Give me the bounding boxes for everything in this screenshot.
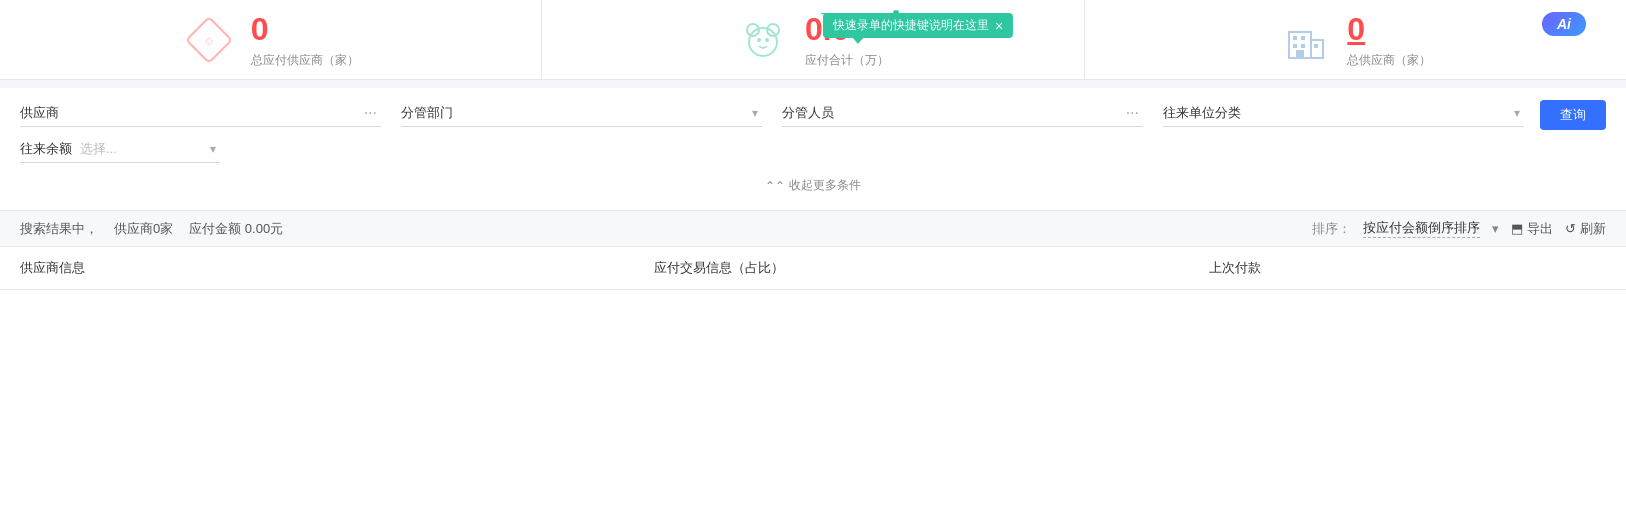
- svg-point-2: [749, 28, 777, 56]
- svg-rect-12: [1301, 44, 1305, 48]
- unit-class-label: 往来单位分类: [1163, 104, 1241, 122]
- col-supplier-header: 供应商信息: [20, 259, 654, 277]
- collapse-icon: ⌃⌃: [765, 179, 785, 193]
- dept-dropdown-btn[interactable]: ▾: [748, 106, 762, 120]
- diamond-icon: ◇: [183, 14, 235, 66]
- svg-rect-9: [1293, 36, 1297, 40]
- svg-text:◇: ◇: [205, 35, 213, 46]
- stat-total-suppliers: 0 总供应商（家） Ai: [1085, 0, 1626, 79]
- filter-bar: 供应商 ··· 分管部门 ▾ 分管人员 ··· 往来单位分类 ▾ 查询 往来余额: [0, 88, 1626, 211]
- result-info: 搜索结果中， 供应商0家 应付金额 0.00元: [20, 220, 283, 238]
- supplier-input[interactable]: [67, 105, 360, 120]
- total-suppliers-number: 0: [1347, 10, 1365, 48]
- collapse-row: ⌃⌃ 收起更多条件: [20, 169, 1606, 198]
- dept-input[interactable]: [461, 105, 748, 120]
- stat-payable-total: 0.00 应付合计（万） 快速录单的快捷键说明在这里 ×: [542, 0, 1084, 79]
- result-bar: 搜索结果中， 供应商0家 应付金额 0.00元 排序： 按应付会额倒序排序 ▾ …: [0, 211, 1626, 247]
- supplier-more-btn[interactable]: ···: [360, 104, 381, 122]
- refresh-icon: ↺: [1565, 221, 1576, 236]
- svg-rect-11: [1293, 44, 1297, 48]
- svg-rect-8: [1311, 40, 1323, 58]
- refresh-btn[interactable]: ↺ 刷新: [1565, 220, 1606, 238]
- svg-rect-13: [1296, 50, 1304, 58]
- filter-row-2: 往来余额 选择... ▾: [20, 140, 1606, 163]
- dept-label: 分管部门: [401, 104, 453, 122]
- person-input[interactable]: [842, 105, 1122, 120]
- col-transaction-header: 应付交易信息（占比）: [654, 259, 1209, 277]
- search-button[interactable]: 查询: [1540, 100, 1606, 130]
- export-icon: ⬒: [1511, 221, 1523, 236]
- tooltip-text: 快速录单的快捷键说明在这里: [833, 17, 989, 34]
- person-more-btn[interactable]: ···: [1122, 104, 1143, 122]
- table-body: [0, 290, 1626, 515]
- svg-rect-10: [1301, 36, 1305, 40]
- total-suppliers-label: 总供应商（家）: [1347, 52, 1431, 69]
- result-amount: 应付金额 0.00元: [189, 220, 283, 238]
- result-prefix: 搜索结果中，: [20, 220, 98, 238]
- payable-total-label: 应付合计（万）: [805, 52, 889, 69]
- bear-icon: [737, 14, 789, 66]
- table-container: 供应商信息 应付交易信息（占比） 上次付款: [0, 247, 1626, 515]
- sort-chevron-icon: ▾: [1492, 221, 1499, 236]
- svg-rect-14: [1314, 44, 1318, 48]
- total-payable-number: 0: [251, 10, 269, 48]
- filter-row-1: 供应商 ··· 分管部门 ▾ 分管人员 ··· 往来单位分类 ▾ 查询: [20, 100, 1606, 130]
- export-btn[interactable]: ⬒ 导出: [1511, 220, 1553, 238]
- supplier-filter-group: 供应商 ···: [20, 104, 381, 127]
- svg-point-6: [765, 38, 769, 42]
- balance-label: 往来余额: [20, 140, 72, 158]
- balance-filter-group: 往来余额 选择... ▾: [20, 140, 220, 163]
- total-payable-label: 总应付供应商（家）: [251, 52, 359, 69]
- person-filter-group: 分管人员 ···: [782, 104, 1143, 127]
- building-icon: [1279, 14, 1331, 66]
- tooltip-container: 快速录单的快捷键说明在这里 ×: [821, 8, 901, 18]
- unit-class-input[interactable]: [1249, 105, 1510, 120]
- result-supplier-count: 供应商0家: [114, 220, 173, 238]
- col-payment-header: 上次付款: [1209, 259, 1606, 277]
- tooltip-close-btn[interactable]: ×: [995, 19, 1003, 33]
- balance-dropdown-btn[interactable]: ▾: [206, 142, 220, 156]
- dept-filter-group: 分管部门 ▾: [401, 104, 762, 127]
- sort-label: 排序：: [1312, 220, 1351, 238]
- table-header: 供应商信息 应付交易信息（占比） 上次付款: [0, 247, 1626, 290]
- stats-bar: ◇ 0 总应付供应商（家）: [0, 0, 1626, 80]
- stat-total-payable-suppliers: ◇ 0 总应付供应商（家）: [0, 0, 542, 79]
- tooltip-bubble: 快速录单的快捷键说明在这里 ×: [823, 13, 1013, 38]
- supplier-label: 供应商: [20, 104, 59, 122]
- svg-point-5: [757, 38, 761, 42]
- balance-placeholder: 选择...: [80, 140, 206, 158]
- sort-value[interactable]: 按应付会额倒序排序: [1363, 219, 1480, 238]
- unit-class-filter-group: 往来单位分类 ▾: [1163, 104, 1524, 127]
- unit-class-dropdown-btn[interactable]: ▾: [1510, 106, 1524, 120]
- collapse-btn[interactable]: ⌃⌃ 收起更多条件: [753, 173, 873, 198]
- person-label: 分管人员: [782, 104, 834, 122]
- ai-badge[interactable]: Ai: [1542, 12, 1586, 36]
- result-actions: 排序： 按应付会额倒序排序 ▾ ⬒ 导出 ↺ 刷新: [1312, 219, 1606, 238]
- collapse-label: 收起更多条件: [789, 177, 861, 194]
